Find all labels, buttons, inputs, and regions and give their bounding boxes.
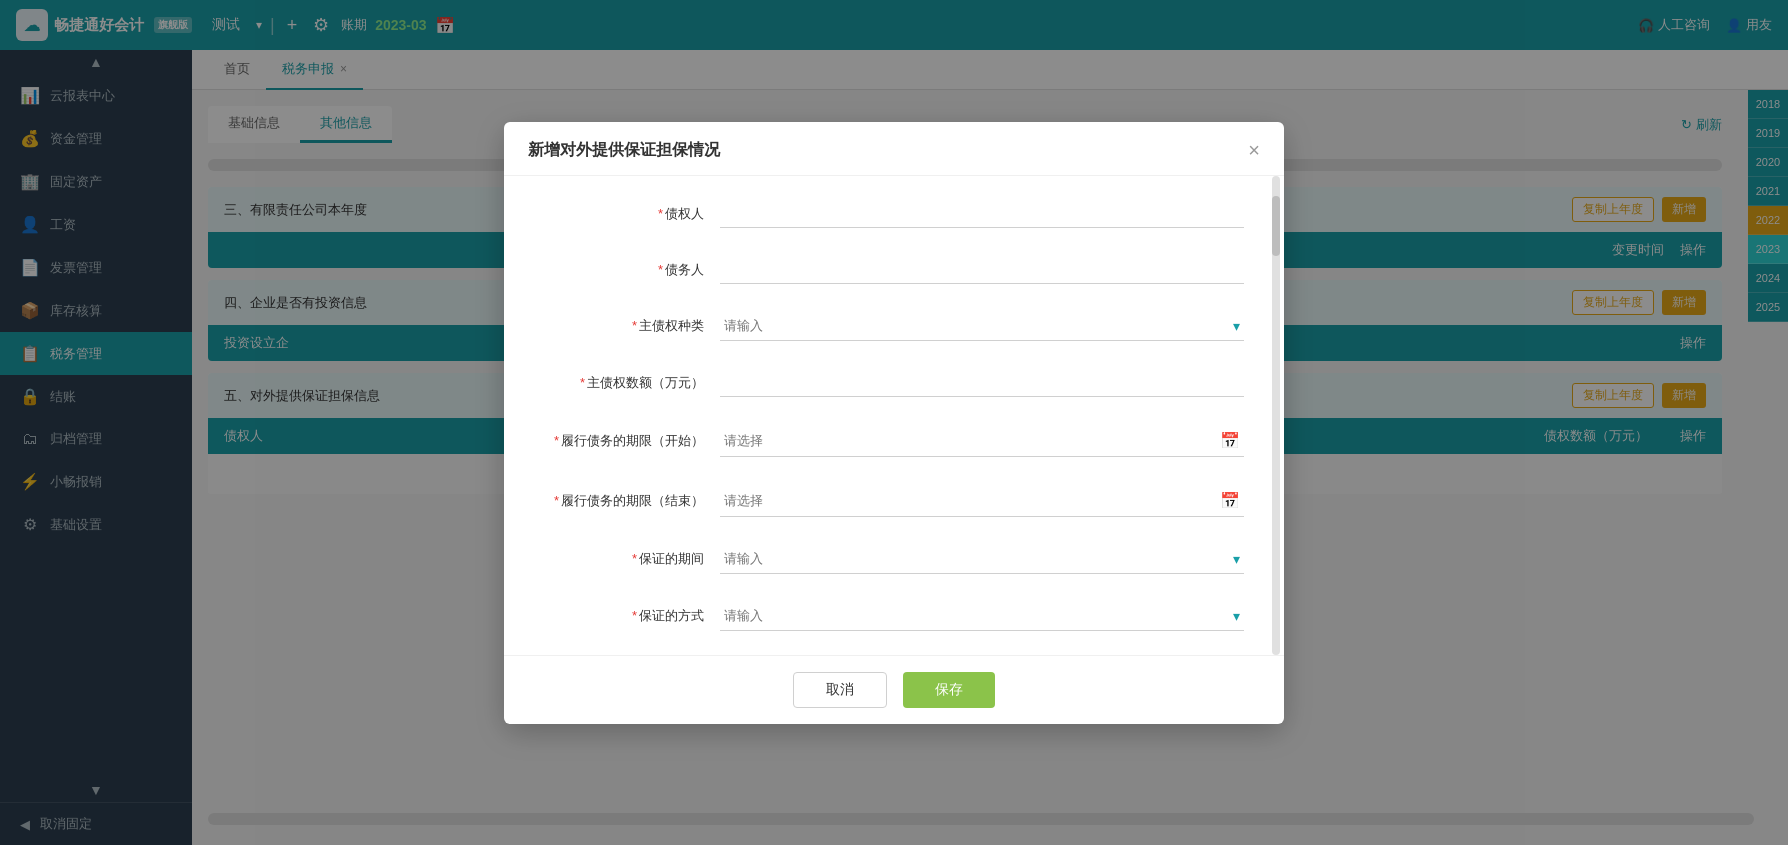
required-star-perform-start: * — [554, 433, 559, 448]
date-input-perform-start[interactable] — [724, 433, 1220, 448]
modal: 新增对外提供保证担保情况 × *债权人 *债务人 — [504, 122, 1284, 724]
label-perform-start: *履行债务的期限（开始） — [544, 432, 704, 450]
form-row-creditor: *债权人 — [544, 200, 1244, 228]
form-row-credit-amount: *主债权数额（万元） — [544, 369, 1244, 397]
label-perform-end: *履行债务的期限（结束） — [544, 492, 704, 510]
required-star-credit-amount: * — [580, 375, 585, 390]
select-input-credit-type[interactable] — [724, 318, 1233, 333]
required-star-guarantee-method: * — [632, 608, 637, 623]
modal-scrollbar — [1272, 176, 1280, 655]
chevron-down-guarantee-method-icon: ▾ — [1233, 608, 1240, 624]
select-input-guarantee-period[interactable] — [724, 551, 1233, 566]
save-button[interactable]: 保存 — [903, 672, 995, 708]
required-star-debtor: * — [658, 262, 663, 277]
form-row-debtor: *债务人 — [544, 256, 1244, 284]
label-debtor: *债务人 — [544, 261, 704, 279]
select-input-guarantee-method[interactable] — [724, 608, 1233, 623]
modal-scrollbar-thumb — [1272, 196, 1280, 256]
label-creditor: *债权人 — [544, 205, 704, 223]
label-credit-amount: *主债权数额（万元） — [544, 374, 704, 392]
required-star-creditor: * — [658, 206, 663, 221]
modal-title: 新增对外提供保证担保情况 — [528, 140, 720, 161]
modal-header: 新增对外提供保证担保情况 × — [504, 122, 1284, 176]
form-row-perform-end: *履行债务的期限（结束） 📅 — [544, 485, 1244, 517]
label-guarantee-period: *保证的期间 — [544, 550, 704, 568]
input-credit-amount[interactable] — [720, 369, 1244, 397]
select-guarantee-period[interactable]: ▾ — [720, 545, 1244, 574]
select-credit-type[interactable]: ▾ — [720, 312, 1244, 341]
calendar-perform-end-icon[interactable]: 📅 — [1220, 491, 1240, 510]
date-wrap-perform-start[interactable]: 📅 — [720, 425, 1244, 457]
select-guarantee-method[interactable]: ▾ — [720, 602, 1244, 631]
form-row-guarantee-method: *保证的方式 ▾ — [544, 602, 1244, 631]
form-row-credit-type: *主债权种类 ▾ — [544, 312, 1244, 341]
modal-footer: 取消 保存 — [504, 655, 1284, 724]
required-star-credit-type: * — [632, 318, 637, 333]
form-row-perform-start: *履行债务的期限（开始） 📅 — [544, 425, 1244, 457]
modal-body: *债权人 *债务人 *主债权种类 ▾ — [504, 176, 1284, 655]
chevron-down-credit-type-icon: ▾ — [1233, 318, 1240, 334]
calendar-perform-start-icon[interactable]: 📅 — [1220, 431, 1240, 450]
input-creditor[interactable] — [720, 200, 1244, 228]
label-guarantee-method: *保证的方式 — [544, 607, 704, 625]
modal-overlay: 新增对外提供保证担保情况 × *债权人 *债务人 — [0, 0, 1788, 845]
date-wrap-perform-end[interactable]: 📅 — [720, 485, 1244, 517]
input-debtor[interactable] — [720, 256, 1244, 284]
required-star-perform-end: * — [554, 493, 559, 508]
date-input-perform-end[interactable] — [724, 493, 1220, 508]
required-star-guarantee-period: * — [632, 551, 637, 566]
label-credit-type: *主债权种类 — [544, 317, 704, 335]
modal-close-button[interactable]: × — [1248, 140, 1260, 160]
form-row-guarantee-period: *保证的期间 ▾ — [544, 545, 1244, 574]
chevron-down-guarantee-period-icon: ▾ — [1233, 551, 1240, 567]
cancel-button[interactable]: 取消 — [793, 672, 887, 708]
